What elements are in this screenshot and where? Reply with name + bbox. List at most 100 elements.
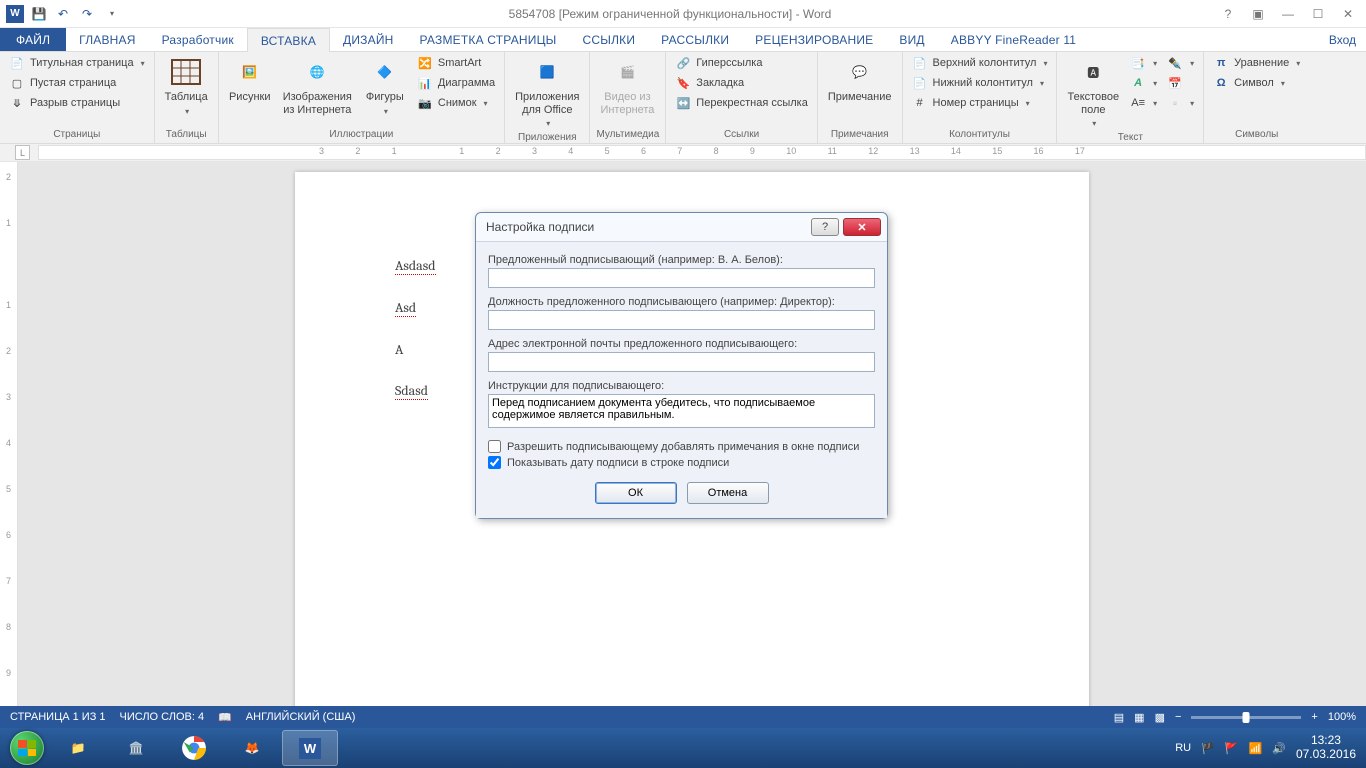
tray-lang[interactable]: RU: [1175, 742, 1191, 754]
task-firefox[interactable]: 🦊: [224, 730, 280, 766]
group-label-apps: Приложения: [511, 130, 583, 146]
sign-in-link[interactable]: Вход: [1329, 28, 1366, 51]
equation-button[interactable]: πУравнение: [1210, 54, 1303, 72]
tab-selector[interactable]: L: [15, 145, 30, 160]
screenshot-icon: 📷: [417, 95, 433, 111]
dialog-body: Предложенный подписывающий (например: В.…: [476, 241, 887, 518]
dialog-titlebar[interactable]: Настройка подписи ? ✕: [476, 213, 887, 241]
tab-layout[interactable]: РАЗМЕТКА СТРАНИЦЫ: [407, 28, 570, 51]
pictures-button[interactable]: 🖼️Рисунки: [225, 54, 275, 106]
symbol-button[interactable]: ΩСимвол: [1210, 74, 1303, 92]
tab-review[interactable]: РЕЦЕНЗИРОВАНИЕ: [742, 28, 886, 51]
table-button[interactable]: Таблица: [161, 54, 212, 118]
header-button[interactable]: 📄Верхний колонтитул: [909, 54, 1051, 72]
vertical-ruler[interactable]: 2112345678910111213: [0, 162, 18, 720]
status-page[interactable]: СТРАНИЦА 1 ИЗ 1: [10, 711, 106, 723]
tray-flag-icon[interactable]: 🏴: [1201, 742, 1215, 755]
view-read-icon[interactable]: ▤: [1114, 711, 1124, 724]
save-icon[interactable]: 💾: [28, 3, 50, 25]
view-web-icon[interactable]: ▩: [1155, 711, 1165, 724]
tray-network-icon[interactable]: 📶: [1249, 742, 1263, 755]
tab-mailings[interactable]: РАССЫЛКИ: [648, 28, 742, 51]
page-number-button[interactable]: #Номер страницы: [909, 94, 1051, 112]
horizontal-ruler[interactable]: 3211234567891011121314151617: [38, 145, 1366, 160]
show-date-checkbox[interactable]: [488, 456, 501, 469]
group-header-footer: 📄Верхний колонтитул 📄Нижний колонтитул #…: [903, 52, 1058, 143]
date-time-button[interactable]: 📅: [1164, 74, 1197, 92]
footer-button[interactable]: 📄Нижний колонтитул: [909, 74, 1051, 92]
ribbon-display-icon[interactable]: ▣: [1248, 7, 1268, 21]
doc-text-1[interactable]: Asdasd: [395, 257, 436, 275]
tray-volume-icon[interactable]: 🔊: [1272, 742, 1286, 755]
tray-clock[interactable]: 13:23 07.03.2016: [1296, 734, 1356, 762]
view-print-icon[interactable]: ▦: [1134, 711, 1144, 724]
blank-page-button[interactable]: ▢Пустая страница: [6, 74, 148, 92]
bookmark-button[interactable]: 🔖Закладка: [672, 74, 811, 92]
textbox-button[interactable]: 🅰Текстовое поле: [1063, 54, 1123, 130]
minimize-icon[interactable]: —: [1278, 7, 1298, 21]
object-button[interactable]: ▫️: [1164, 94, 1197, 112]
cover-page-button[interactable]: 📄Титульная страница: [6, 54, 148, 72]
start-button[interactable]: [4, 728, 50, 768]
task-chrome[interactable]: [166, 730, 222, 766]
hyperlink-button[interactable]: 🔗Гиперссылка: [672, 54, 811, 72]
ok-button[interactable]: ОК: [595, 482, 677, 504]
doc-text-3[interactable]: A: [395, 341, 403, 358]
page-break-button[interactable]: ⤋Разрыв страницы: [6, 94, 148, 112]
tab-home[interactable]: ГЛАВНАЯ: [66, 28, 148, 51]
signer-input[interactable]: [488, 268, 875, 288]
dialog-help-button[interactable]: ?: [811, 218, 839, 236]
tab-developer[interactable]: Разработчик: [149, 28, 247, 51]
close-icon[interactable]: ✕: [1338, 7, 1358, 21]
help-icon[interactable]: ?: [1218, 7, 1238, 21]
smartart-button[interactable]: 🔀SmartArt: [414, 54, 498, 72]
task-app1[interactable]: 🏛️: [108, 730, 164, 766]
zoom-out-button[interactable]: −: [1175, 711, 1181, 723]
allow-comments-label: Разрешить подписывающему добавлять приме…: [507, 441, 859, 453]
email-input[interactable]: [488, 352, 875, 372]
maximize-icon[interactable]: ☐: [1308, 7, 1328, 21]
quick-parts-button[interactable]: 📑: [1127, 54, 1160, 72]
wordart-button[interactable]: A: [1127, 74, 1160, 92]
drop-cap-button[interactable]: A≡: [1127, 94, 1160, 112]
group-comments: 💬Примечание Примечания: [818, 52, 903, 143]
status-language[interactable]: АНГЛИЙСКИЙ (США): [246, 711, 356, 723]
status-proofing-icon[interactable]: 📖: [218, 711, 232, 724]
comment-button[interactable]: 💬Примечание: [824, 54, 896, 106]
apps-icon: 🟦: [531, 56, 563, 88]
cancel-button[interactable]: Отмена: [687, 482, 769, 504]
apps-button[interactable]: 🟦Приложения для Office: [511, 54, 583, 130]
zoom-value[interactable]: 100%: [1328, 711, 1356, 723]
group-label-media: Мультимедиа: [596, 127, 659, 143]
position-input[interactable]: [488, 310, 875, 330]
redo-icon[interactable]: ↷: [76, 3, 98, 25]
doc-text-2[interactable]: Asd: [395, 299, 416, 317]
tab-abbyy[interactable]: ABBYY FineReader 11: [938, 28, 1089, 51]
dialog-close-button[interactable]: ✕: [843, 218, 881, 236]
allow-comments-checkbox[interactable]: [488, 440, 501, 453]
position-label: Должность предложенного подписывающего (…: [488, 296, 875, 308]
screenshot-button[interactable]: 📷Снимок: [414, 94, 498, 112]
online-pictures-button[interactable]: 🌐Изображения из Интернета: [279, 54, 356, 118]
tab-design[interactable]: ДИЗАЙН: [330, 28, 407, 51]
tab-view[interactable]: ВИД: [886, 28, 937, 51]
tab-references[interactable]: ССЫЛКИ: [570, 28, 649, 51]
chart-button[interactable]: 📊Диаграмма: [414, 74, 498, 92]
tab-insert[interactable]: ВСТАВКА: [247, 28, 330, 52]
tray-action-center-icon[interactable]: 🚩: [1225, 742, 1239, 755]
status-words[interactable]: ЧИСЛО СЛОВ: 4: [120, 711, 205, 723]
dialog-title: Настройка подписи: [486, 220, 807, 234]
tab-file[interactable]: ФАЙЛ: [0, 28, 66, 51]
wordart-icon: A: [1130, 75, 1146, 91]
zoom-in-button[interactable]: +: [1311, 711, 1317, 723]
task-word[interactable]: W: [282, 730, 338, 766]
instructions-input[interactable]: [488, 394, 875, 428]
zoom-slider[interactable]: [1191, 716, 1301, 719]
task-explorer[interactable]: 📁: [50, 730, 106, 766]
qat-customize[interactable]: [100, 3, 122, 25]
shapes-button[interactable]: 🔷Фигуры: [360, 54, 410, 118]
cross-reference-button[interactable]: ↔️Перекрестная ссылка: [672, 94, 811, 112]
undo-icon[interactable]: ↶: [52, 3, 74, 25]
doc-text-4[interactable]: Sdasd: [395, 382, 428, 400]
signature-line-button[interactable]: ✒️: [1164, 54, 1197, 72]
